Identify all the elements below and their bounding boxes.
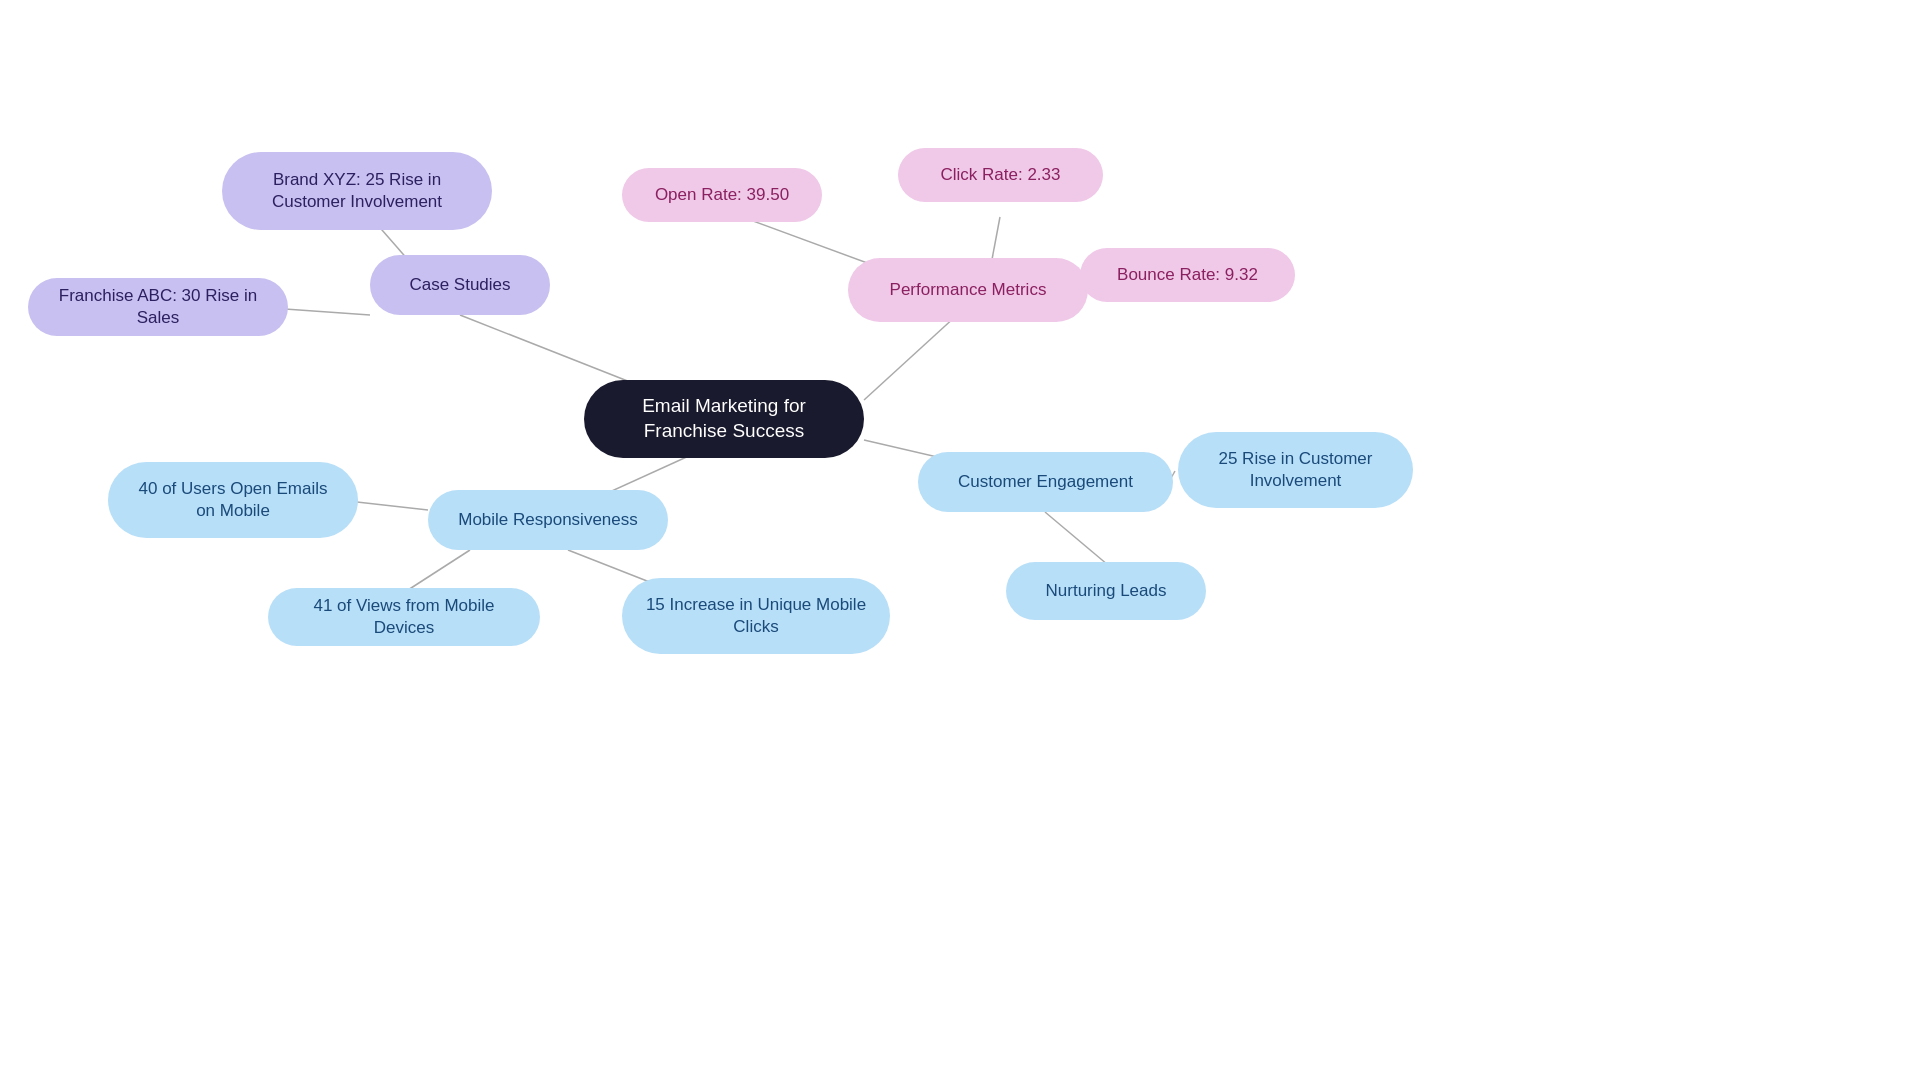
views-mobile-label: 41 of Views from Mobile Devices [290,595,518,639]
svg-line-10 [408,550,470,590]
rise-customer-label: 25 Rise in Customer Involvement [1200,448,1391,492]
unique-mobile-clicks-label: 15 Increase in Unique Mobile Clicks [644,594,868,638]
center-label: Email Marketing for Franchise Success [606,394,842,443]
customer-engagement-label: Customer Engagement [958,471,1133,493]
bounce-rate-node: Bounce Rate: 9.32 [1080,248,1295,302]
franchise-abc-node: Franchise ABC: 30 Rise in Sales [28,278,288,336]
case-studies-label: Case Studies [409,274,510,296]
performance-metrics-label: Performance Metrics [890,279,1047,301]
open-emails-mobile-label: 40 of Users Open Emails on Mobile [130,478,336,522]
rise-customer-node: 25 Rise in Customer Involvement [1178,432,1413,508]
unique-mobile-clicks-node: 15 Increase in Unique Mobile Clicks [622,578,890,654]
brand-xyz-label: Brand XYZ: 25 Rise in Customer Involveme… [244,169,470,213]
nurturing-leads-node: Nurturing Leads [1006,562,1206,620]
performance-metrics-node: Performance Metrics [848,258,1088,322]
customer-engagement-node: Customer Engagement [918,452,1173,512]
click-rate-label: Click Rate: 2.33 [941,164,1061,186]
bounce-rate-label: Bounce Rate: 9.32 [1117,264,1258,286]
open-rate-label: Open Rate: 39.50 [655,184,789,206]
center-node: Email Marketing for Franchise Success [584,380,864,458]
svg-line-5 [285,309,370,315]
franchise-abc-label: Franchise ABC: 30 Rise in Sales [50,285,266,329]
case-studies-node: Case Studies [370,255,550,315]
click-rate-node: Click Rate: 2.33 [898,148,1103,202]
open-rate-node: Open Rate: 39.50 [622,168,822,222]
svg-line-13 [1045,512,1108,565]
nurturing-leads-label: Nurturing Leads [1046,580,1167,602]
mobile-responsiveness-node: Mobile Responsiveness [428,490,668,550]
views-mobile-node: 41 of Views from Mobile Devices [268,588,540,646]
brand-xyz-node: Brand XYZ: 25 Rise in Customer Involveme… [222,152,492,230]
open-emails-mobile-node: 40 of Users Open Emails on Mobile [108,462,358,538]
mobile-responsiveness-label: Mobile Responsiveness [458,509,638,531]
svg-line-9 [348,501,428,510]
